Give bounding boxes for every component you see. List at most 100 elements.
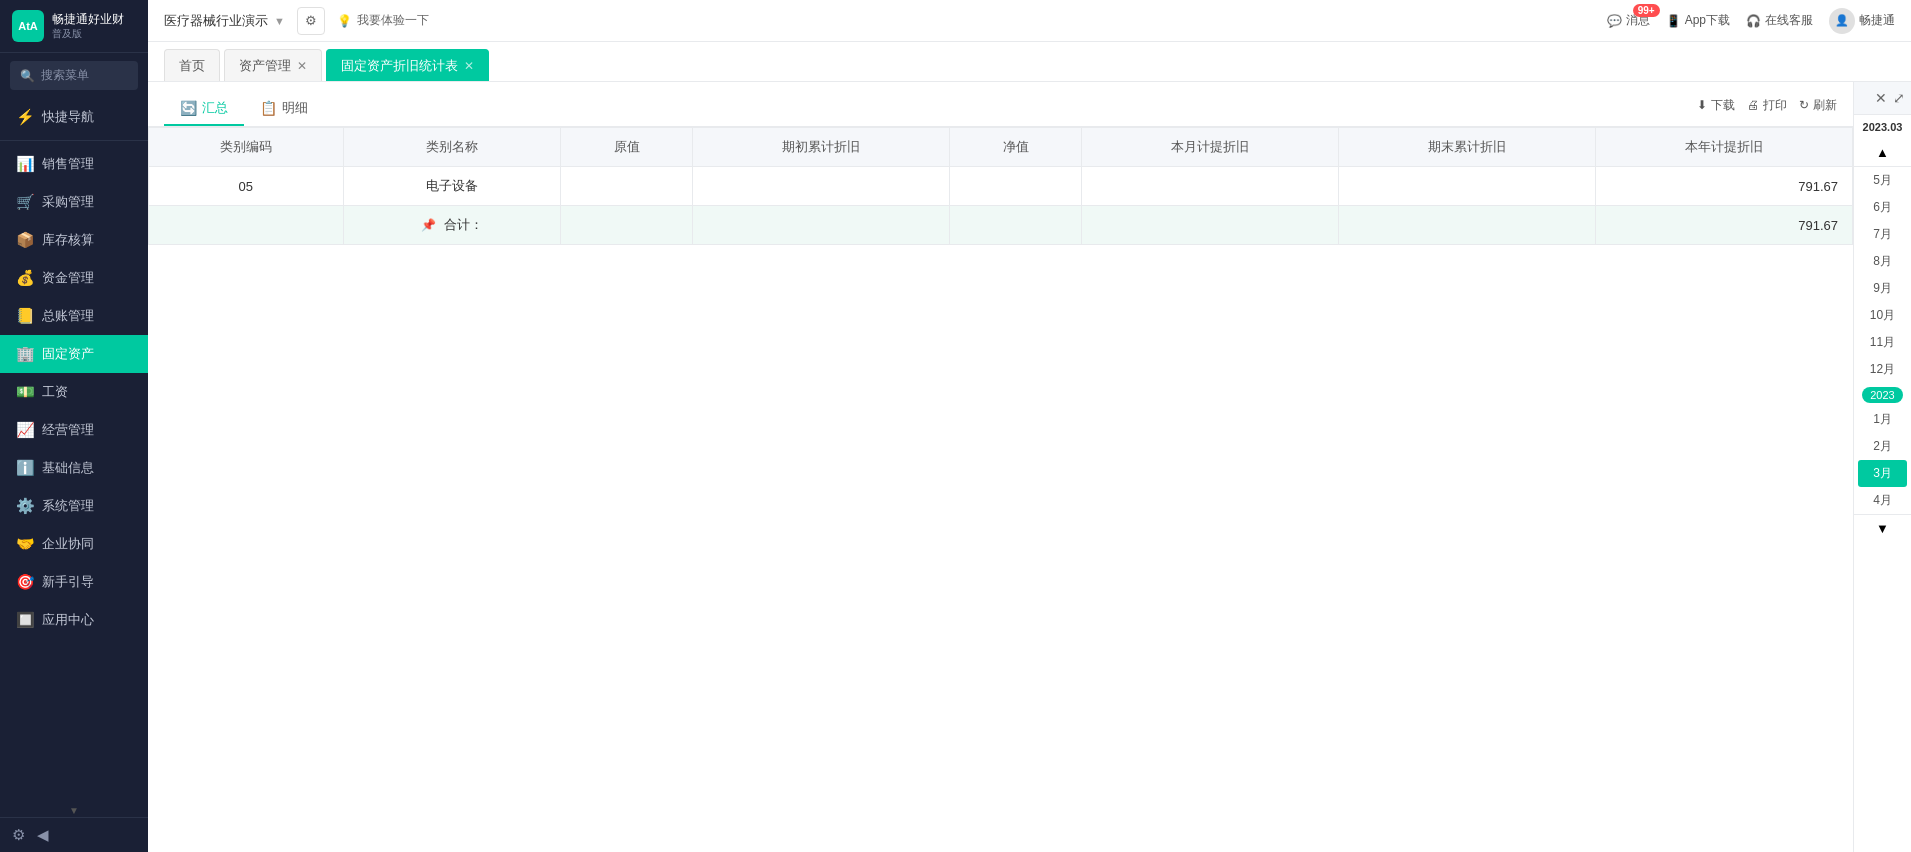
scroll-down-icon: ▼: [69, 805, 79, 816]
col-monthly-dep: 本月计提折旧: [1082, 128, 1339, 167]
expand-panel-icon[interactable]: ⤢: [1893, 90, 1905, 106]
month-6[interactable]: 6月: [1854, 194, 1911, 221]
settings-button[interactable]: ⚙: [12, 826, 25, 844]
total-beginning-acc: [693, 206, 950, 245]
logo-icon: AtA: [12, 10, 44, 42]
content-area: 🔄 汇总 📋 明细 ⬇ 下载 🖨 打印: [148, 82, 1911, 852]
tab-home[interactable]: 首页: [164, 49, 220, 81]
download-icon: 📱: [1666, 14, 1681, 28]
sidebar-item-label: 新手引导: [42, 573, 94, 591]
total-original: [561, 206, 693, 245]
guide-icon: 🎯: [16, 573, 34, 591]
tab-label: 首页: [179, 57, 205, 75]
sidebar-item-inventory[interactable]: 📦 库存核算: [0, 221, 148, 259]
month-1[interactable]: 1月: [1854, 406, 1911, 433]
user-name: 畅捷通: [1859, 12, 1895, 29]
search-label: 搜索菜单: [41, 67, 89, 84]
month-8[interactable]: 8月: [1854, 248, 1911, 275]
total-annual-dep: 791.67: [1596, 206, 1853, 245]
right-panel: ✕ ⤢ 2023.03 ▲ 5月 6月 7月 8月 9月 10月 11月 12月…: [1853, 82, 1911, 852]
app-download-button[interactable]: 📱 App下载: [1666, 12, 1730, 29]
sidebar-item-label: 系统管理: [42, 497, 94, 515]
sidebar-item-guide[interactable]: 🎯 新手引导: [0, 563, 148, 601]
scroll-down-area[interactable]: ▼: [1854, 514, 1911, 542]
table-row: 05 电子设备 791.67: [149, 167, 1853, 206]
online-service-label: 在线客服: [1765, 12, 1813, 29]
sub-tab-summary[interactable]: 🔄 汇总: [164, 92, 244, 126]
sidebar-item-ledger[interactable]: 📒 总账管理: [0, 297, 148, 335]
fixed-assets-icon: 🏢: [16, 345, 34, 363]
sidebar-scroll-down[interactable]: ▼: [0, 803, 148, 817]
month-10[interactable]: 10月: [1854, 302, 1911, 329]
company-selector[interactable]: 医疗器械行业演示 ▼: [164, 12, 285, 30]
col-name: 类别名称: [343, 128, 561, 167]
online-service-button[interactable]: 🎧 在线客服: [1746, 12, 1813, 29]
app-center-icon: 🔲: [16, 611, 34, 629]
experience-button[interactable]: 💡 我要体验一下: [337, 12, 429, 29]
search-area[interactable]: 🔍 搜索菜单: [0, 53, 148, 98]
month-7[interactable]: 7月: [1854, 221, 1911, 248]
total-monthly-dep: [1082, 206, 1339, 245]
sidebar-item-sales[interactable]: 📊 销售管理: [0, 145, 148, 183]
download-button[interactable]: ⬇ 下载: [1697, 97, 1735, 114]
month-9[interactable]: 9月: [1854, 275, 1911, 302]
sidebar-item-system[interactable]: ⚙️ 系统管理: [0, 487, 148, 525]
month-4[interactable]: 4月: [1854, 487, 1911, 514]
purchase-icon: 🛒: [16, 193, 34, 211]
scroll-up-area[interactable]: ▲: [1854, 139, 1911, 167]
search-button[interactable]: 🔍 搜索菜单: [10, 61, 138, 90]
total-icon: 📌: [421, 218, 436, 232]
collapse-button[interactable]: ◀: [37, 826, 49, 844]
sidebar-bottom: ⚙ ◀: [0, 817, 148, 852]
cell-monthly-dep: [1082, 167, 1339, 206]
month-5[interactable]: 5月: [1854, 167, 1911, 194]
message-button[interactable]: 💬 消息 99+: [1607, 12, 1650, 29]
sub-tab-label: 汇总: [202, 99, 228, 117]
current-period-label: 2023.03: [1861, 115, 1905, 139]
table-container: 类别编码 类别名称 原值 期初累计折旧 净值 本月计提折旧 期末累计折旧 本年计…: [148, 127, 1853, 245]
refresh-icon: ↻: [1799, 98, 1809, 112]
month-3-current[interactable]: 3月: [1858, 460, 1907, 487]
tab-bar: 首页 资产管理 ✕ 固定资产折旧统计表 ✕: [148, 42, 1911, 82]
col-code: 类别编码: [149, 128, 344, 167]
sidebar-item-fixed-assets[interactable]: 🏢 固定资产: [0, 335, 148, 373]
print-button[interactable]: 🖨 打印: [1747, 97, 1787, 114]
company-name: 医疗器械行业演示: [164, 12, 268, 30]
month-2[interactable]: 2月: [1854, 433, 1911, 460]
cell-net-value: [950, 167, 1082, 206]
total-name: 📌 合计：: [343, 206, 561, 245]
sidebar-item-basic-info[interactable]: ℹ️ 基础信息: [0, 449, 148, 487]
user-menu[interactable]: 👤 畅捷通: [1829, 8, 1895, 34]
panel-header: ✕ ⤢: [1854, 82, 1911, 115]
tab-asset-mgmt[interactable]: 资产管理 ✕: [224, 49, 322, 81]
user-icon: 👤: [1835, 14, 1849, 27]
basic-info-icon: ℹ️: [16, 459, 34, 477]
collab-icon: 🤝: [16, 535, 34, 553]
close-panel-icon[interactable]: ✕: [1875, 90, 1887, 106]
sidebar-item-quick-nav[interactable]: ⚡ 快捷导航: [0, 98, 148, 136]
sidebar-item-funds[interactable]: 💰 资金管理: [0, 259, 148, 297]
tab-depreciation[interactable]: 固定资产折旧统计表 ✕: [326, 49, 489, 81]
refresh-button[interactable]: ↻ 刷新: [1799, 97, 1837, 114]
sidebar-item-label: 企业协同: [42, 535, 94, 553]
sidebar-item-operations[interactable]: 📈 经营管理: [0, 411, 148, 449]
sidebar-item-collab[interactable]: 🤝 企业协同: [0, 525, 148, 563]
tab-close-icon[interactable]: ✕: [297, 59, 307, 73]
total-ending-acc: [1339, 206, 1596, 245]
chevron-down-icon: ▼: [274, 15, 285, 27]
sub-tab-detail[interactable]: 📋 明细: [244, 92, 324, 126]
header-settings-button[interactable]: ⚙: [297, 7, 325, 35]
month-12[interactable]: 12月: [1854, 356, 1911, 383]
cell-code: 05: [149, 167, 344, 206]
sidebar: AtA 畅捷通好业财 普及版 🔍 搜索菜单 ⚡ 快捷导航 📊 销售管理 🛒 采购…: [0, 0, 148, 852]
sidebar-item-app-center[interactable]: 🔲 应用中心: [0, 601, 148, 639]
current-year-months: 1月 2月 3月 4月: [1854, 406, 1911, 514]
prev-year-months: 5月 6月 7月 8月 9月 10月 11月 12月: [1854, 167, 1911, 383]
sidebar-item-label: 应用中心: [42, 611, 94, 629]
summary-icon: 🔄: [180, 100, 197, 116]
sidebar-item-payroll[interactable]: 💵 工资: [0, 373, 148, 411]
message-badge: 99+: [1633, 4, 1660, 17]
month-11[interactable]: 11月: [1854, 329, 1911, 356]
tab-close-icon[interactable]: ✕: [464, 59, 474, 73]
sidebar-item-purchase[interactable]: 🛒 采购管理: [0, 183, 148, 221]
